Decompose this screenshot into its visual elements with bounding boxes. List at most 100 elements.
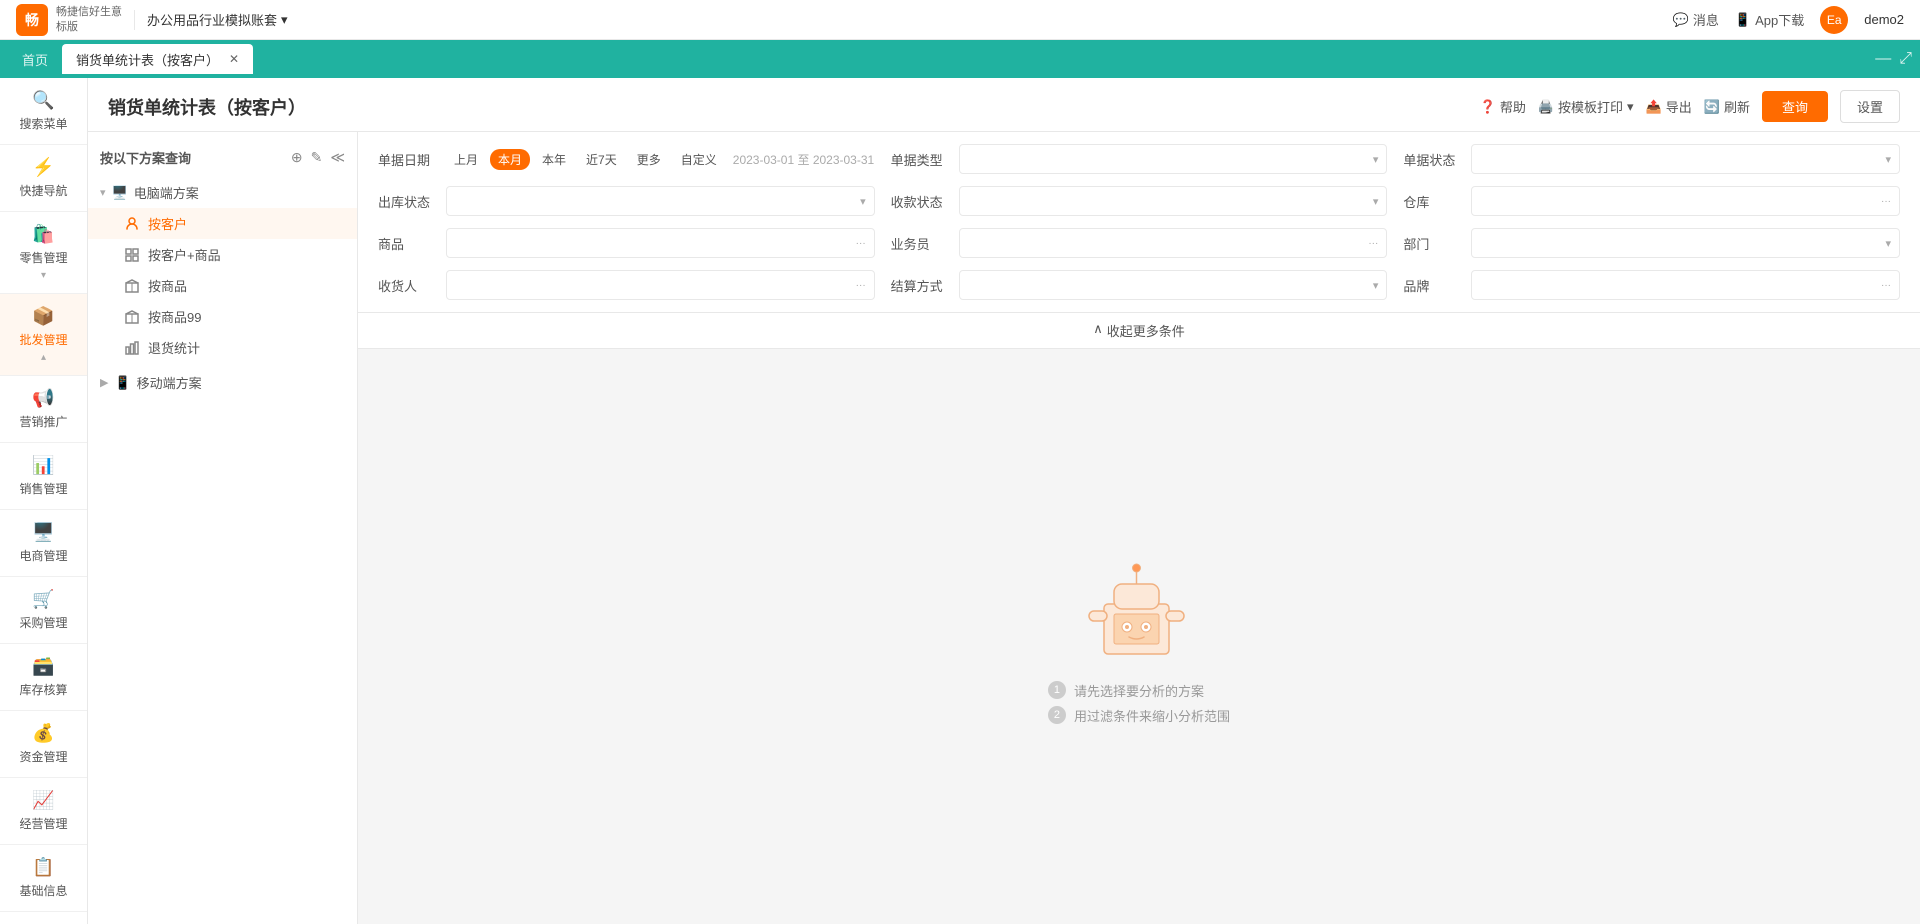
settings-button[interactable]: 设置 <box>1840 90 1900 123</box>
scheme-item-by-goods-99[interactable]: 按商品99 <box>88 301 357 332</box>
tab-maximize-btn[interactable]: ⤢ <box>1899 50 1912 68</box>
scheme-panel: 按以下方案查询 ⊕ ✎ ≪ ▾ 🖥️ 电脑端方案 <box>88 132 358 924</box>
purchase-icon: 🛒 <box>32 589 54 610</box>
app-container: 畅 畅捷信好生意 标版 办公用品行业模拟账套 ▾ 💬 消息 📱 App下载 <box>0 0 1920 924</box>
data-panel: 1 请先选择要分析的方案 2 用过滤条件来缩小分析范围 <box>358 349 1920 924</box>
sidebar-item-inventory[interactable]: 🗃️ 库存核算 <box>0 644 87 711</box>
sidebar-item-purchase[interactable]: 🛒 采购管理 <box>0 577 87 644</box>
filter-row-2: 出库状态 ▾ 收款状态 ▾ <box>378 186 1900 216</box>
shortcut-custom[interactable]: 自定义 <box>673 149 725 170</box>
scheme-item-by-customer-goods[interactable]: 按客户+商品 <box>88 239 357 270</box>
goods-input[interactable]: ··· <box>446 228 875 258</box>
salesperson-input[interactable]: ··· <box>959 228 1388 258</box>
page-title: 销货单统计表（按客户） <box>108 94 306 120</box>
settlement-input[interactable]: ▾ <box>959 270 1388 300</box>
out-status-input[interactable]: ▾ <box>446 186 875 216</box>
filter-doc-type: 单据类型 ▾ <box>891 144 1388 174</box>
tab-minimize-btn[interactable]: — <box>1875 50 1891 68</box>
arrow-icon: ▴ <box>41 352 46 363</box>
divider <box>134 10 135 30</box>
chart-icon <box>124 340 140 356</box>
sidebar-item-sys-admin[interactable]: ⚙️ 系统管理 <box>0 912 87 924</box>
ellipsis-icon: ··· <box>856 280 866 291</box>
scheme-group-header-mobile[interactable]: ▶ 📱 移动端方案 <box>88 367 357 398</box>
collapse-row[interactable]: ∧ 收起更多条件 <box>358 313 1920 349</box>
tab-sales-stats[interactable]: 销货单统计表（按客户） ✕ <box>62 44 253 74</box>
query-button[interactable]: 查询 <box>1762 91 1828 122</box>
message-btn[interactable]: 💬 消息 <box>1673 10 1719 29</box>
filter-receipt-status: 收款状态 ▾ <box>891 186 1388 216</box>
search-icon: 🔍 <box>32 90 54 111</box>
sidebar-item-finance[interactable]: 💰 资金管理 <box>0 711 87 778</box>
sidebar-item-quick-nav[interactable]: ⚡ 快捷导航 <box>0 145 87 212</box>
arrow-icon: ▾ <box>41 270 46 281</box>
doc-type-input[interactable]: ▾ <box>959 144 1388 174</box>
empty-step-2: 2 用过滤条件来缩小分析范围 <box>1048 706 1230 725</box>
shortcut-more[interactable]: 更多 <box>629 149 669 170</box>
sidebar-item-retail[interactable]: 🛍️ 零售管理 ▾ <box>0 212 87 294</box>
help-icon: ❓ <box>1480 99 1496 115</box>
receipt-status-input[interactable]: ▾ <box>959 186 1388 216</box>
box-icon <box>124 278 140 294</box>
scheme-header: 按以下方案查询 ⊕ ✎ ≪ <box>88 142 357 173</box>
scheme-group-mobile: ▶ 📱 移动端方案 <box>88 367 357 398</box>
filter-row-1: 单据日期 上月 本月 本年 近7天 更多 自定义 2023-03-01 至 20… <box>378 144 1900 174</box>
scheme-group-header-desktop[interactable]: ▾ 🖥️ 电脑端方案 <box>88 177 357 208</box>
collapse-scheme-icon[interactable]: ≪ <box>330 149 345 166</box>
basic-info-icon: 📋 <box>32 857 54 878</box>
sidebar-item-sales[interactable]: 📊 销售管理 <box>0 443 87 510</box>
sidebar-item-search-menu[interactable]: 🔍 搜索菜单 <box>0 78 87 145</box>
tab-bar: 首页 销货单统计表（按客户） ✕ — ⤢ <box>0 40 1920 78</box>
logo-area: 畅 畅捷信好生意 标版 <box>16 4 122 36</box>
refresh-btn[interactable]: 🔄 刷新 <box>1704 97 1750 116</box>
sidebar-item-wholesale[interactable]: 📦 批发管理 ▴ <box>0 294 87 376</box>
user-name[interactable]: demo2 <box>1864 12 1904 27</box>
scheme-item-by-goods[interactable]: 按商品 <box>88 270 357 301</box>
ecommerce-icon: 🖥️ <box>32 522 54 543</box>
print-icon: 🖨️ <box>1538 99 1554 115</box>
shortcut-last-month[interactable]: 上月 <box>446 149 486 170</box>
user-icon <box>124 216 140 232</box>
template-print-btn[interactable]: 🖨️ 按模板打印 ▾ <box>1538 97 1634 116</box>
sidebar-item-ecommerce[interactable]: 🖥️ 电商管理 <box>0 510 87 577</box>
group-collapse-icon: ▶ <box>100 376 108 389</box>
sidebar-item-marketing[interactable]: 📢 营销推广 <box>0 376 87 443</box>
department-input[interactable]: ▾ <box>1471 228 1900 258</box>
chevron-down-icon: ▾ <box>1373 153 1379 166</box>
sidebar-item-operations[interactable]: 📈 经营管理 <box>0 778 87 845</box>
scheme-header-icons: ⊕ ✎ ≪ <box>291 149 345 166</box>
scheme-item-by-customer[interactable]: 按客户 <box>88 208 357 239</box>
top-bar-right: 💬 消息 📱 App下载 Ea demo2 <box>1673 6 1904 34</box>
logo-text: 畅捷信好生意 标版 <box>56 5 122 34</box>
shortcut-this-year[interactable]: 本年 <box>534 149 574 170</box>
empty-steps: 1 请先选择要分析的方案 2 用过滤条件来缩小分析范围 <box>1048 681 1230 725</box>
chevron-down-icon: ▾ <box>1627 99 1634 115</box>
operations-icon: 📈 <box>32 790 54 811</box>
filter-doc-status: 单据状态 ▾ <box>1403 144 1900 174</box>
chevron-down-icon: ▾ <box>1885 153 1891 166</box>
filter-department: 部门 ▾ <box>1403 228 1900 258</box>
doc-status-input[interactable]: ▾ <box>1471 144 1900 174</box>
sales-icon: 📊 <box>32 455 54 476</box>
scheme-item-return-stats[interactable]: 退货统计 <box>88 332 357 363</box>
chevron-down-icon: ▾ <box>860 195 866 208</box>
sidebar-item-basic-info[interactable]: 📋 基础信息 <box>0 845 87 912</box>
brand-input[interactable]: ··· <box>1471 270 1900 300</box>
empty-state: 1 请先选择要分析的方案 2 用过滤条件来缩小分析范围 <box>1048 549 1230 725</box>
add-scheme-icon[interactable]: ⊕ <box>291 149 303 166</box>
edit-scheme-icon[interactable]: ✎ <box>311 149 323 166</box>
app-selector[interactable]: 办公用品行业模拟账套 ▾ <box>147 10 288 29</box>
export-btn[interactable]: 📤 导出 <box>1646 97 1692 116</box>
tab-home[interactable]: 首页 <box>8 44 62 74</box>
help-btn[interactable]: ❓ 帮助 <box>1480 97 1526 116</box>
filter-brand: 品牌 ··· <box>1403 270 1900 300</box>
app-download-btn[interactable]: 📱 App下载 <box>1735 10 1804 29</box>
shortcut-this-month[interactable]: 本月 <box>490 149 530 170</box>
box2-icon <box>124 309 140 325</box>
warehouse-input[interactable]: ··· <box>1471 186 1900 216</box>
tab-close-icon[interactable]: ✕ <box>229 52 239 66</box>
chevron-down-icon: ▾ <box>281 12 288 28</box>
shortcut-last-7-days[interactable]: 近7天 <box>578 149 625 170</box>
quick-nav-icon: ⚡ <box>32 157 54 178</box>
receiver-input[interactable]: ··· <box>446 270 875 300</box>
